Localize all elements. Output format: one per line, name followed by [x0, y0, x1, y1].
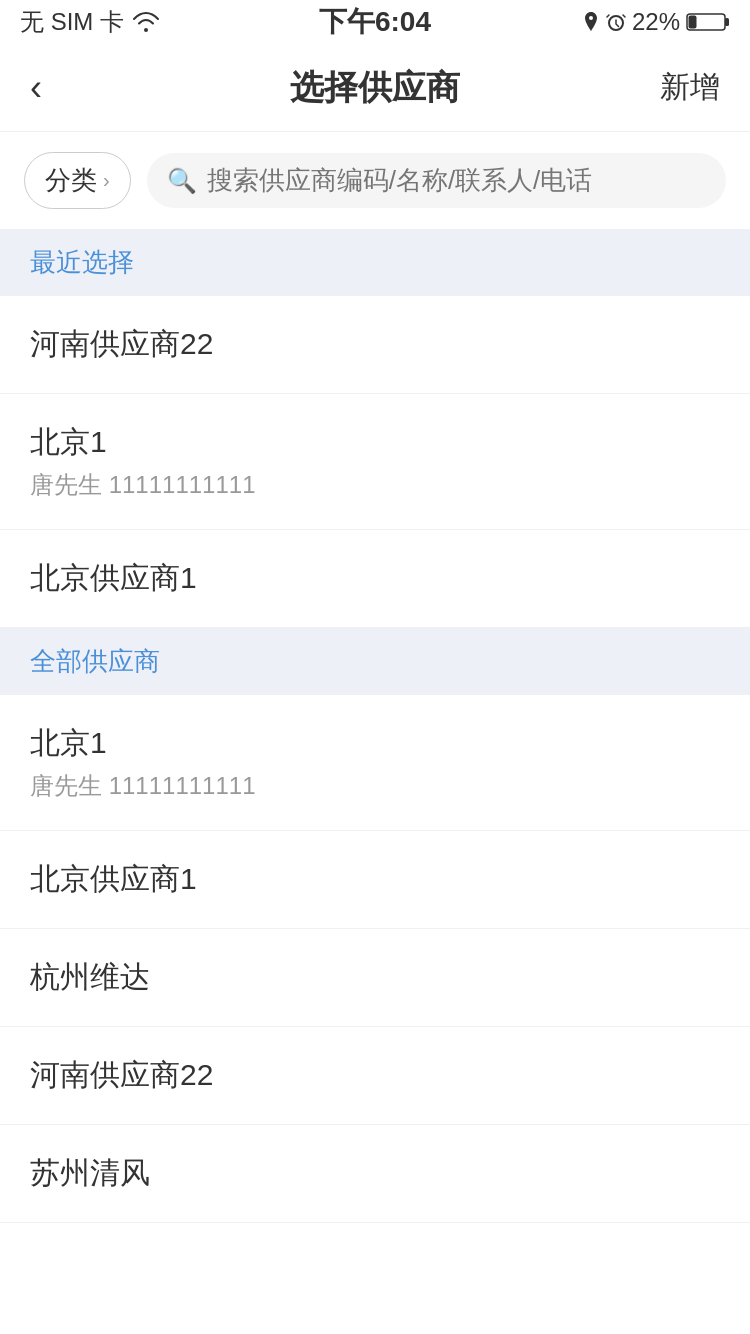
recent-items-list: 河南供应商22 北京1 唐先生 11111111111 北京供应商1 [0, 296, 750, 628]
search-input[interactable] [207, 165, 706, 196]
item-name: 苏州清风 [30, 1153, 720, 1194]
item-name: 北京1 [30, 422, 720, 463]
category-label: 分类 [45, 163, 97, 198]
status-time: 下午6:04 [319, 3, 431, 41]
list-item[interactable]: 北京供应商1 [0, 530, 750, 628]
filter-bar: 分类 › 🔍 [0, 132, 750, 229]
chevron-right-icon: › [103, 169, 110, 192]
list-item[interactable]: 北京1 唐先生 11111111111 [0, 695, 750, 831]
battery-text: 22% [632, 8, 680, 36]
list-item[interactable]: 苏州清风 [0, 1125, 750, 1223]
list-item[interactable]: 杭州维达 [0, 929, 750, 1027]
list-item[interactable]: 北京1 唐先生 11111111111 [0, 394, 750, 530]
item-name: 河南供应商22 [30, 324, 720, 365]
item-name: 北京1 [30, 723, 720, 764]
item-sub: 唐先生 11111111111 [30, 770, 720, 802]
page-title: 选择供应商 [290, 65, 460, 111]
status-bar: 无 SIM 卡 下午6:04 22% [0, 0, 750, 44]
all-items-list: 北京1 唐先生 11111111111 北京供应商1 杭州维达河南供应商22 苏州清风 [0, 695, 750, 1223]
back-button[interactable]: ‹ [30, 67, 90, 109]
battery-icon [686, 11, 730, 33]
recent-section-header: 最近选择 [0, 229, 750, 296]
svg-rect-2 [725, 18, 729, 26]
item-name: 河南供应商22 [30, 1055, 720, 1096]
wifi-icon [132, 12, 160, 32]
list-item[interactable]: 北京供应商1 [0, 831, 750, 929]
status-left: 无 SIM 卡 [20, 6, 160, 38]
item-name: 杭州维达 [30, 957, 720, 998]
add-button[interactable]: 新增 [660, 67, 720, 108]
search-icon: 🔍 [167, 167, 197, 195]
svg-rect-3 [689, 16, 697, 29]
all-section-header: 全部供应商 [0, 628, 750, 695]
item-name: 北京供应商1 [30, 558, 720, 599]
list-item[interactable]: 河南供应商22 [0, 296, 750, 394]
item-name: 北京供应商1 [30, 859, 720, 900]
item-sub: 唐先生 11111111111 [30, 469, 720, 501]
category-filter-button[interactable]: 分类 › [24, 152, 131, 209]
alarm-icon [606, 11, 626, 33]
search-box: 🔍 [147, 153, 726, 208]
nav-bar: ‹ 选择供应商 新增 [0, 44, 750, 132]
location-icon [582, 11, 600, 33]
status-right: 22% [582, 8, 730, 36]
list-item[interactable]: 河南供应商22 [0, 1027, 750, 1125]
carrier-text: 无 SIM 卡 [20, 6, 124, 38]
